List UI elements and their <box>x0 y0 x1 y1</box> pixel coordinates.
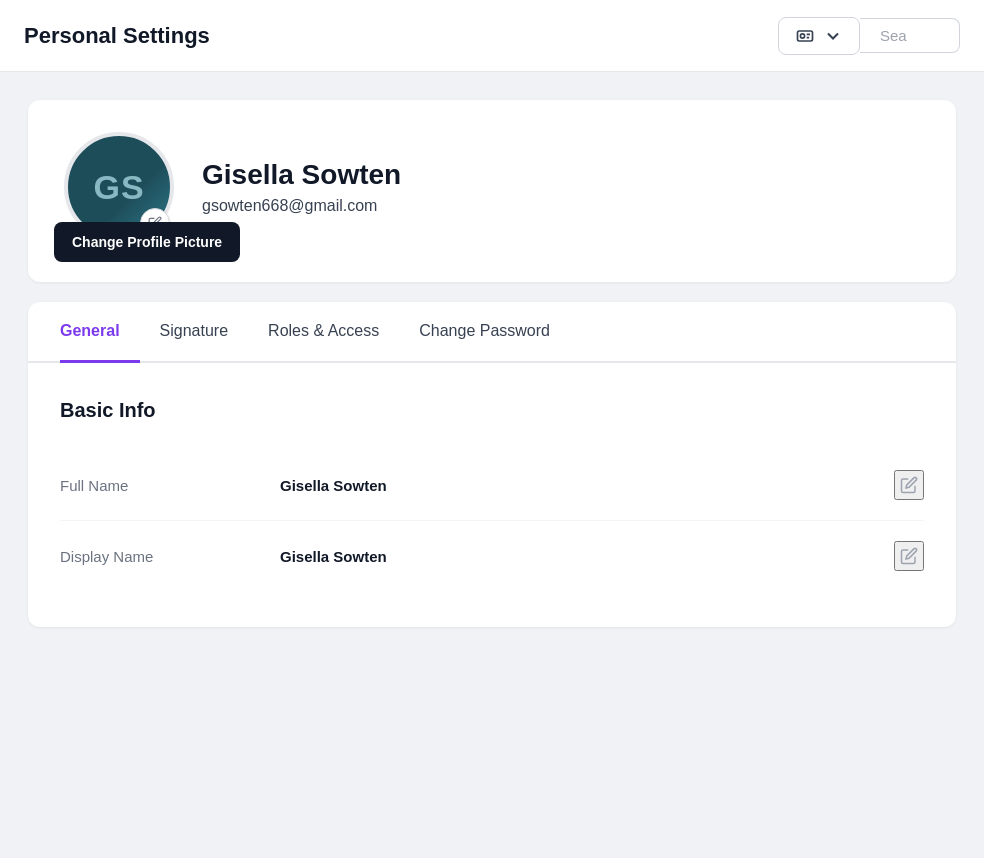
tab-general[interactable]: General <box>60 302 140 363</box>
search-placeholder: Sea <box>880 27 907 44</box>
page-title: Personal Settings <box>24 23 210 49</box>
display-name-label: Display Name <box>60 548 280 565</box>
profile-email: gsowten668@gmail.com <box>202 197 401 215</box>
profile-info: Gisella Sowten gsowten668@gmail.com <box>202 159 401 215</box>
edit-full-name-button[interactable] <box>894 470 924 500</box>
change-pic-label: Change Profile Picture <box>72 234 222 250</box>
basic-info-title: Basic Info <box>60 399 924 422</box>
main-content: GS Change Profile Picture Gisella Sowten… <box>0 72 984 858</box>
chevron-down-icon <box>823 26 843 46</box>
avatar-wrapper: GS Change Profile Picture <box>64 132 174 242</box>
profile-header: GS Change Profile Picture Gisella Sowten… <box>64 132 920 242</box>
full-name-row: Full Name Gisella Sowten <box>60 450 924 521</box>
search-box: Sea <box>860 18 960 53</box>
header: Personal Settings Sea <box>0 0 984 72</box>
tab-content-general: Basic Info Full Name Gisella Sowten Disp… <box>28 363 956 627</box>
tab-change-password[interactable]: Change Password <box>399 302 570 363</box>
tab-signature[interactable]: Signature <box>140 302 249 363</box>
edit-display-name-button[interactable] <box>894 541 924 571</box>
tab-roles-access[interactable]: Roles & Access <box>248 302 399 363</box>
display-name-row: Display Name Gisella Sowten <box>60 521 924 591</box>
header-actions: Sea <box>778 17 960 55</box>
change-profile-picture-tooltip[interactable]: Change Profile Picture <box>54 222 240 262</box>
user-menu-button[interactable] <box>778 17 860 55</box>
pencil-icon <box>900 547 918 565</box>
tabs-bar: General Signature Roles & Access Change … <box>28 302 956 363</box>
display-name-value: Gisella Sowten <box>280 548 894 565</box>
user-icon <box>795 26 815 46</box>
profile-name: Gisella Sowten <box>202 159 401 191</box>
svg-point-1 <box>800 33 804 37</box>
full-name-label: Full Name <box>60 477 280 494</box>
pencil-icon <box>900 476 918 494</box>
full-name-value: Gisella Sowten <box>280 477 894 494</box>
avatar-initials: GS <box>93 168 144 207</box>
tabs-card: General Signature Roles & Access Change … <box>28 302 956 627</box>
profile-card: GS Change Profile Picture Gisella Sowten… <box>28 100 956 282</box>
